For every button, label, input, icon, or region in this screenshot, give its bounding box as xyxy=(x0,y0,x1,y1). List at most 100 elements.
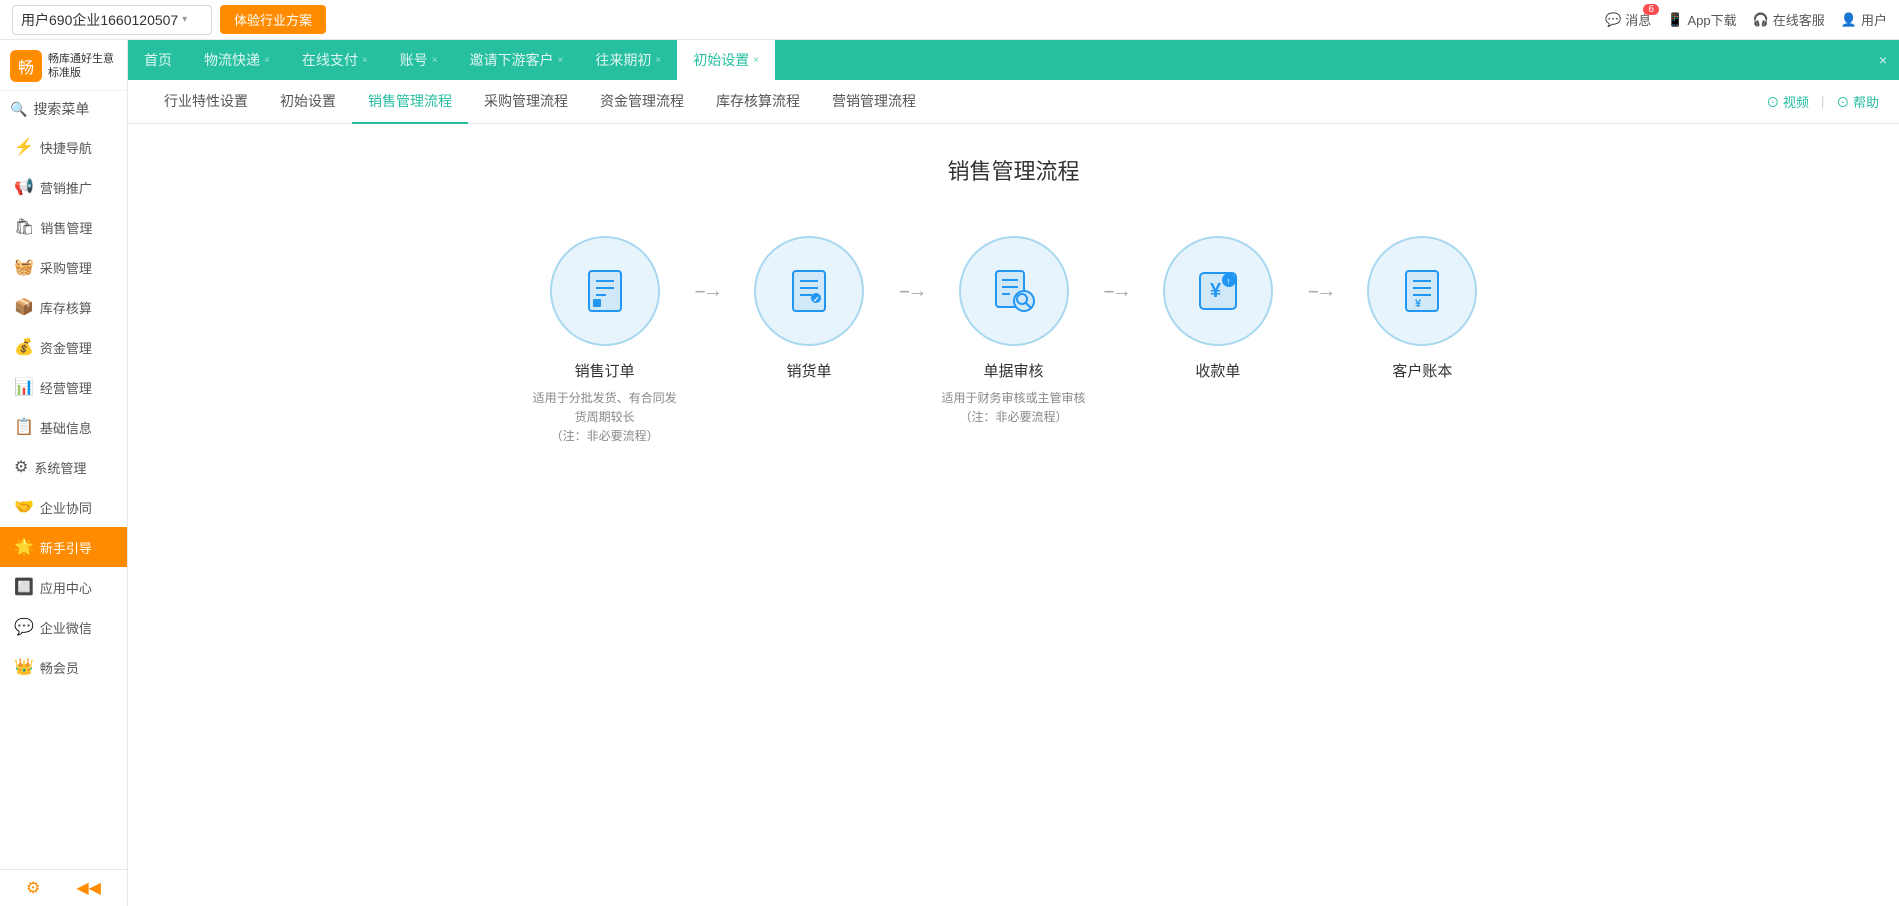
sidebar-label: 快捷导航 xyxy=(40,138,92,157)
tab-logistics[interactable]: 物流快递 × xyxy=(188,40,286,80)
flow-diagram: 销售订单 适用于分批发货、有合同发货周期较长（注：非必要流程） - - → xyxy=(168,236,1859,447)
headset-icon: 🎧 xyxy=(1753,12,1769,28)
user-menu-btn[interactable]: 👤 用户 xyxy=(1841,10,1887,29)
collapse-sidebar-icon[interactable]: ◀◀ xyxy=(76,878,101,898)
tab-invite-downstream-close[interactable]: × xyxy=(558,55,564,66)
settings-icon[interactable]: ⚙ xyxy=(26,878,40,898)
tab-initial-settings-close[interactable]: × xyxy=(753,55,759,66)
sidebar-label: 应用中心 xyxy=(40,578,92,597)
message-icon: 💬 xyxy=(1605,12,1621,28)
flow-desc-sales-order: 适用于分批发货、有合同发货周期较长（注：非必要流程） xyxy=(530,389,680,447)
sidebar-label: 新手引导 xyxy=(40,538,92,557)
tab-online-pay[interactable]: 在线支付 × xyxy=(286,40,384,80)
search-icon: 🔍 xyxy=(10,101,27,118)
sidebar-item-marketing-promo[interactable]: 📢 营销推广 xyxy=(0,167,127,207)
sidebar-label: 企业微信 xyxy=(40,618,92,637)
tab-past-initial[interactable]: 往来期初 × xyxy=(579,40,677,80)
flow-label-sales-order: 销售订单 xyxy=(575,360,635,381)
sub-tab-purchase-flow[interactable]: 采购管理流程 xyxy=(468,80,584,124)
trial-btn[interactable]: 体验行业方案 xyxy=(220,5,326,34)
dropdown-arrow-icon: ▾ xyxy=(182,14,187,25)
app-center-icon: 🔲 xyxy=(14,577,34,597)
sub-tab-industry-settings-label: 行业特性设置 xyxy=(164,91,248,111)
tab-invite-downstream[interactable]: 邀请下游客户 × xyxy=(454,40,580,80)
operations-icon: 📊 xyxy=(14,377,34,397)
main-layout: 畅 畅库通好生意 标准版 🔍 搜索菜单 ⚡ 快捷导航 📢 营销推广 🛍 销售管理… xyxy=(0,40,1899,906)
sub-tab-finance-flow-label: 资金管理流程 xyxy=(600,91,684,111)
logo-text: 畅库通好生意 标准版 xyxy=(48,52,114,81)
new-guide-icon: 🌟 xyxy=(14,537,34,557)
top-header: 用户690企业1660120507 ▾ 体验行业方案 💬 消息 6 📱 App下… xyxy=(0,0,1899,40)
svg-text:✓: ✓ xyxy=(813,295,820,304)
close-all-tabs-btn[interactable]: × xyxy=(1867,40,1899,80)
sidebar-item-basic-info[interactable]: 📋 基础信息 xyxy=(0,407,127,447)
sidebar-label: 畅会员 xyxy=(40,658,79,677)
company-name: 用户690企业1660120507 xyxy=(21,10,178,30)
flow-label-receipt: 收款单 xyxy=(1195,360,1240,381)
sidebar-item-inventory[interactable]: 📦 库存核算 xyxy=(0,287,127,327)
sidebar-label: 采购管理 xyxy=(40,258,92,277)
sidebar-item-app-center[interactable]: 🔲 应用中心 xyxy=(0,567,127,607)
phone-icon: 📱 xyxy=(1667,12,1683,28)
svg-text:↑: ↑ xyxy=(1226,276,1231,286)
tab-past-initial-label: 往来期初 xyxy=(595,50,651,70)
sidebar-item-sales-mgmt[interactable]: 🛍 销售管理 xyxy=(0,207,127,247)
tab-online-pay-close[interactable]: × xyxy=(362,55,368,66)
flow-label-sales-invoice: 销货单 xyxy=(787,360,832,381)
nav-tabs-bar: 首页 物流快递 × 在线支付 × 账号 × 邀请下游客户 × 往来期初 × xyxy=(128,40,1899,80)
sub-tabs-bar: 行业特性设置 初始设置 销售管理流程 采购管理流程 资金管理流程 库存核算流程 … xyxy=(128,80,1899,124)
logo-line1: 畅库通好生意 xyxy=(48,52,114,66)
flow-circle-receipt: ¥ ↑ xyxy=(1163,236,1273,346)
tab-logistics-close[interactable]: × xyxy=(264,55,270,66)
sidebar-search[interactable]: 🔍 搜索菜单 xyxy=(0,91,127,127)
sidebar-label: 经营管理 xyxy=(40,378,92,397)
sidebar-label: 资金管理 xyxy=(40,338,92,357)
flow-item-customer-ledger: ¥ 客户账本 xyxy=(1332,236,1512,389)
sub-tab-finance-flow[interactable]: 资金管理流程 xyxy=(584,80,700,124)
sub-tab-initial-settings[interactable]: 初始设置 xyxy=(264,80,352,124)
vip-icon: 👑 xyxy=(14,657,34,677)
flow-circle-customer-ledger: ¥ xyxy=(1367,236,1477,346)
sub-tab-marketing-flow[interactable]: 营销管理流程 xyxy=(816,80,932,124)
video-btn[interactable]: ⊙ 视频 xyxy=(1766,92,1809,111)
content-area: 首页 物流快递 × 在线支付 × 账号 × 邀请下游客户 × 往来期初 × xyxy=(128,40,1899,906)
main-content: 销售管理流程 销售订单 适用于分批发货、有合同发货周期较长（ xyxy=(128,124,1899,906)
enterprise-collab-icon: 🤝 xyxy=(14,497,34,517)
inventory-icon: 📦 xyxy=(14,297,34,317)
tab-initial-settings[interactable]: 初始设置 × xyxy=(677,40,775,80)
sidebar-item-enterprise-collab[interactable]: 🤝 企业协同 xyxy=(0,487,127,527)
company-selector[interactable]: 用户690企业1660120507 ▾ xyxy=(12,5,212,35)
help-btn[interactable]: ⊙ 帮助 xyxy=(1836,92,1879,111)
sidebar-label: 基础信息 xyxy=(40,418,92,437)
app-download-btn[interactable]: 📱 App下载 xyxy=(1667,10,1736,29)
sidebar-item-enterprise-wechat[interactable]: 💬 企业微信 xyxy=(0,607,127,647)
sub-tab-sales-flow-label: 销售管理流程 xyxy=(368,91,452,111)
tab-home[interactable]: 首页 xyxy=(128,40,188,80)
messages-btn[interactable]: 💬 消息 6 xyxy=(1605,10,1651,29)
online-service-btn[interactable]: 🎧 在线客服 xyxy=(1753,10,1825,29)
sidebar-item-new-guide[interactable]: 🌟 新手引导 xyxy=(0,527,127,567)
sidebar-item-quick-nav[interactable]: ⚡ 快捷导航 xyxy=(0,127,127,167)
tab-account[interactable]: 账号 × xyxy=(384,40,454,80)
tab-past-initial-close[interactable]: × xyxy=(655,55,661,66)
tab-account-close[interactable]: × xyxy=(432,55,438,66)
sidebar-item-operations-mgmt[interactable]: 📊 经营管理 xyxy=(0,367,127,407)
header-right: 💬 消息 6 📱 App下载 🎧 在线客服 👤 用户 xyxy=(1605,10,1887,29)
sub-tab-initial-settings-label: 初始设置 xyxy=(280,91,336,111)
sub-tab-industry-settings[interactable]: 行业特性设置 xyxy=(148,80,264,124)
sidebar-item-vip[interactable]: 👑 畅会员 xyxy=(0,647,127,687)
sub-tab-sales-flow[interactable]: 销售管理流程 xyxy=(352,80,468,124)
sidebar-label: 营销推广 xyxy=(40,178,92,197)
flow-label-customer-ledger: 客户账本 xyxy=(1392,360,1452,381)
search-label: 搜索菜单 xyxy=(33,99,89,119)
sidebar-item-finance-mgmt[interactable]: 💰 资金管理 xyxy=(0,327,127,367)
flow-desc-doc-review: 适用于财务审核或主管审核（注：非必要流程） xyxy=(941,389,1085,427)
sidebar-item-purchase-mgmt[interactable]: 🧺 采购管理 xyxy=(0,247,127,287)
sub-tab-marketing-flow-label: 营销管理流程 xyxy=(832,91,916,111)
app-download-label: App下载 xyxy=(1687,10,1736,29)
sub-tab-inventory-flow[interactable]: 库存核算流程 xyxy=(700,80,816,124)
online-service-label: 在线客服 xyxy=(1773,10,1825,29)
tab-initial-settings-label: 初始设置 xyxy=(693,50,749,70)
sidebar-item-sys-mgmt[interactable]: ⚙ 系统管理 xyxy=(0,447,127,487)
user-label: 用户 xyxy=(1861,10,1887,29)
